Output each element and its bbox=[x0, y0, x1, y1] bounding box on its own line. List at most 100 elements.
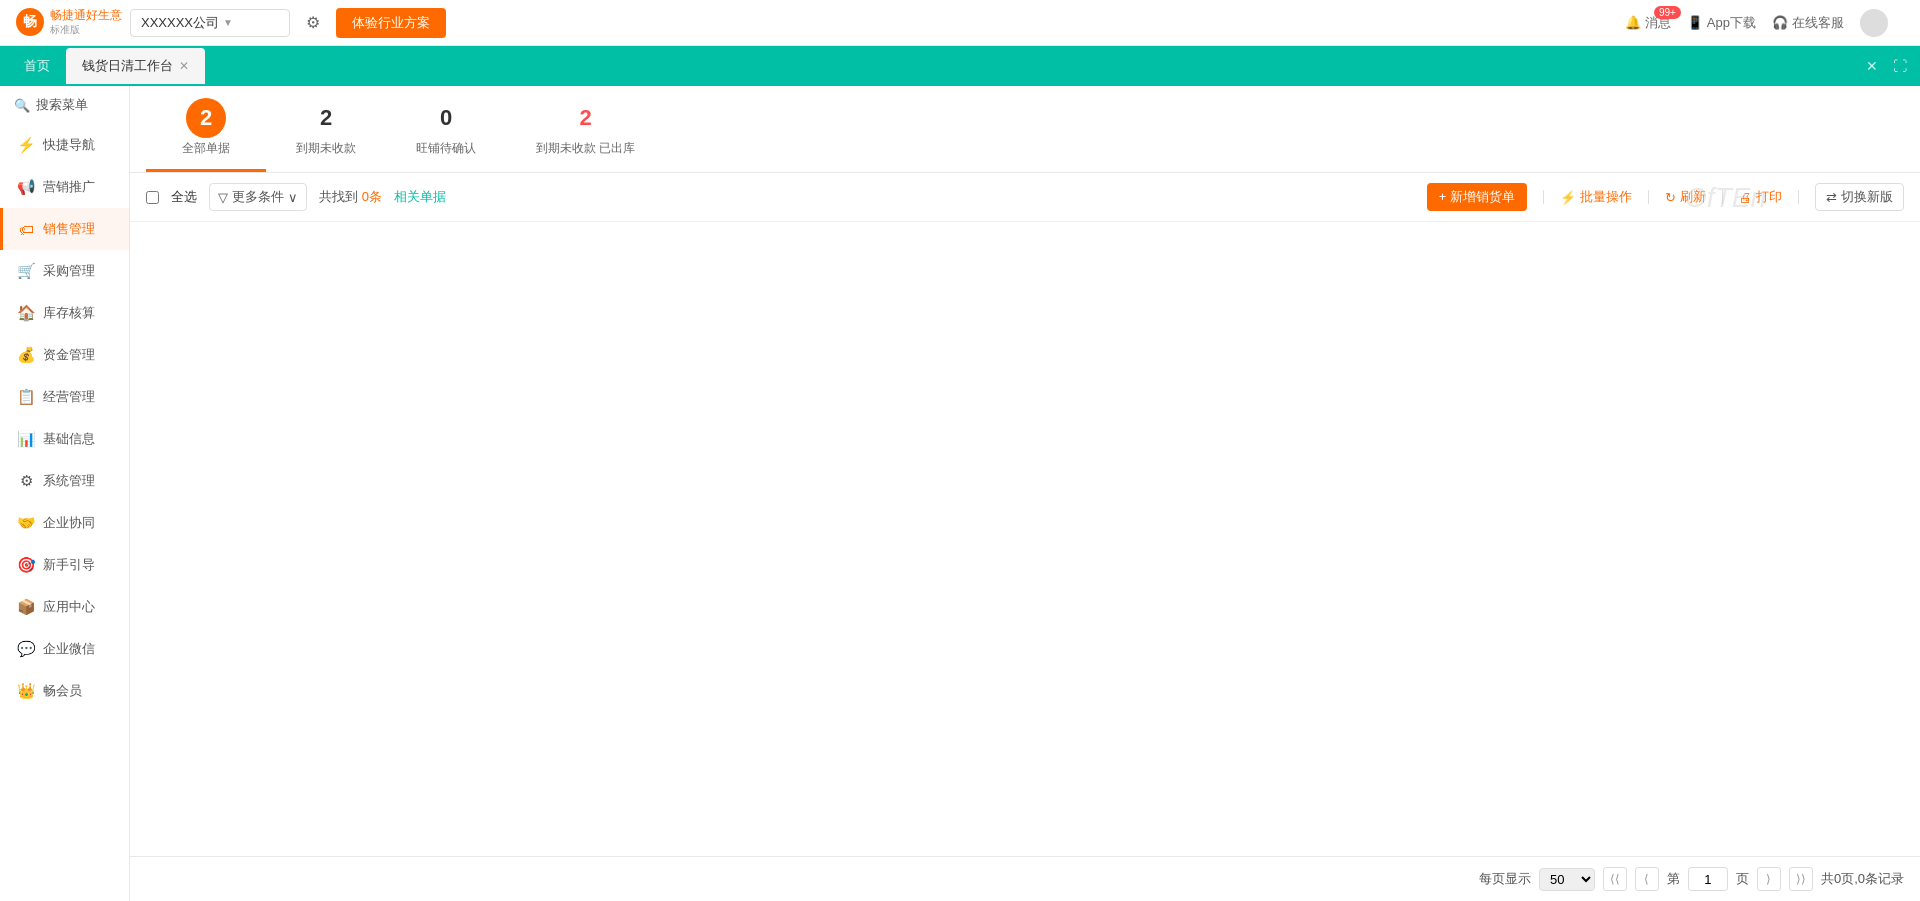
purchase-icon: 🛒 bbox=[17, 262, 35, 280]
guide-icon: 🎯 bbox=[17, 556, 35, 574]
stat-tab-all[interactable]: 2 全部单据 bbox=[146, 86, 266, 172]
stat-number-pending: 0 bbox=[426, 98, 466, 138]
purchase-label: 采购管理 bbox=[43, 262, 95, 280]
divider-1 bbox=[1543, 190, 1544, 204]
toolbar-left: 全选 ▽ 更多条件 ∨ 共找到 0条 相关单据 bbox=[146, 183, 446, 211]
sidebar-item-sales[interactable]: 🏷 销售管理 bbox=[0, 208, 129, 250]
sidebar-item-quick-nav[interactable]: ⚡ 快捷导航 bbox=[0, 124, 129, 166]
company-name: XXXXXX公司 bbox=[141, 14, 219, 32]
system-label: 系统管理 bbox=[43, 472, 95, 490]
stat-tab-overdue[interactable]: 2 到期未收款 bbox=[266, 86, 386, 172]
trial-button[interactable]: 体验行业方案 bbox=[336, 8, 446, 38]
print-button[interactable]: 🖨 打印 bbox=[1739, 188, 1782, 206]
tab-fullscreen-button[interactable]: ⛶ bbox=[1888, 54, 1912, 78]
refresh-button[interactable]: ↻ 刷新 bbox=[1665, 188, 1706, 206]
stat-number-overdue-unshipped: 2 bbox=[566, 98, 606, 138]
sidebar-item-wechat[interactable]: 💬 企业微信 bbox=[0, 628, 129, 670]
tab-close-icon[interactable]: ✕ bbox=[179, 59, 189, 73]
batch-action-button[interactable]: ⚡ 批量操作 bbox=[1560, 188, 1632, 206]
finance-icon: 💰 bbox=[17, 346, 35, 364]
phone-icon: 📱 bbox=[1687, 15, 1703, 30]
sidebar-item-member[interactable]: 👑 畅会员 bbox=[0, 670, 129, 712]
sidebar-item-marketing[interactable]: 📢 营销推广 bbox=[0, 166, 129, 208]
wechat-label: 企业微信 bbox=[43, 640, 95, 658]
sidebar-item-app-center[interactable]: 📦 应用中心 bbox=[0, 586, 129, 628]
divider-2 bbox=[1648, 190, 1649, 204]
basic-info-icon: 📊 bbox=[17, 430, 35, 448]
sidebar-item-system[interactable]: ⚙ 系统管理 bbox=[0, 460, 129, 502]
filter-icon: ▽ bbox=[218, 190, 228, 205]
stat-tab-pending[interactable]: 0 旺铺待确认 bbox=[386, 86, 506, 172]
tab-close-all-button[interactable]: ✕ bbox=[1860, 54, 1884, 78]
sidebar-item-basic-info[interactable]: 📊 基础信息 bbox=[0, 418, 129, 460]
page-total: 共0页,0条记录 bbox=[1821, 870, 1904, 888]
logo-text: 畅捷通好生意 标准版 bbox=[50, 8, 122, 36]
company-selector[interactable]: XXXXXX公司 ▼ bbox=[130, 9, 290, 37]
content-area: 2 全部单据 2 到期未收款 0 旺铺待确认 2 到期未收款 已出库 全选 bbox=[130, 86, 1920, 901]
sidebar-item-inventory[interactable]: 🏠 库存核算 bbox=[0, 292, 129, 334]
sidebar-item-guide[interactable]: 🎯 新手引导 bbox=[0, 544, 129, 586]
logo-badge: 标准版 bbox=[50, 23, 122, 37]
app-download-label: App下载 bbox=[1707, 14, 1756, 32]
stat-label-pending: 旺铺待确认 bbox=[416, 140, 476, 157]
stats-tabs: 2 全部单据 2 到期未收款 0 旺铺待确认 2 到期未收款 已出库 bbox=[130, 86, 1920, 173]
new-sales-order-button[interactable]: + 新增销货单 bbox=[1427, 183, 1527, 211]
page-number-input[interactable] bbox=[1688, 867, 1728, 891]
service-label: 在线客服 bbox=[1792, 14, 1844, 32]
sidebar-item-finance[interactable]: 💰 资金管理 bbox=[0, 334, 129, 376]
online-service-button[interactable]: 🎧 在线客服 bbox=[1772, 14, 1844, 32]
chevron-down-icon: ▼ bbox=[223, 17, 233, 28]
messages-button[interactable]: 🔔 消息 99+ bbox=[1625, 14, 1671, 32]
operation-icon: 📋 bbox=[17, 388, 35, 406]
batch-label: 批量操作 bbox=[1580, 188, 1632, 206]
refresh-icon: ↻ bbox=[1665, 190, 1676, 205]
found-text: 共找到 0条 bbox=[319, 188, 382, 206]
wechat-icon: 💬 bbox=[17, 640, 35, 658]
tab-home[interactable]: 首页 bbox=[8, 48, 66, 84]
header-right: 🔔 消息 99+ 📱 App下载 🎧 在线客服 bbox=[1625, 9, 1904, 37]
bell-icon: 🔔 bbox=[1625, 15, 1641, 30]
select-all-checkbox[interactable] bbox=[146, 191, 159, 204]
top-header: 畅 畅捷通好生意 标准版 XXXXXX公司 ▼ ⚙ 体验行业方案 🔔 消息 99… bbox=[0, 0, 1920, 46]
pagination: 每页显示 50 100 200 ⟨⟨ ⟨ 第 页 ⟩ ⟩⟩ 共0页,0条记录 bbox=[130, 856, 1920, 901]
sidebar: 🔍 搜索菜单 ⚡ 快捷导航 📢 营销推广 🏷 销售管理 🛒 采购管理 🏠 库存核… bbox=[0, 86, 130, 901]
toolbar-right: + 新增销货单 ⚡ 批量操作 ↻ 刷新 🖨 打印 ⇄ bbox=[1427, 183, 1904, 211]
toolbar: 全选 ▽ 更多条件 ∨ 共找到 0条 相关单据 + 新增销货单 ⚡ 批量操作 bbox=[130, 173, 1920, 222]
sidebar-item-cooperation[interactable]: 🤝 企业协同 bbox=[0, 502, 129, 544]
stat-tab-overdue-unshipped[interactable]: 2 到期未收款 已出库 bbox=[506, 86, 665, 172]
messages-badge: 99+ bbox=[1654, 6, 1681, 19]
operation-label: 经营管理 bbox=[43, 388, 95, 406]
headset-icon: 🎧 bbox=[1772, 15, 1788, 30]
sidebar-item-purchase[interactable]: 🛒 采购管理 bbox=[0, 250, 129, 292]
sidebar-search[interactable]: 🔍 搜索菜单 bbox=[0, 86, 129, 124]
page-prev-button[interactable]: ⟨ bbox=[1635, 867, 1659, 891]
tab-work[interactable]: 钱货日清工作台 ✕ bbox=[66, 48, 205, 84]
basic-info-label: 基础信息 bbox=[43, 430, 95, 448]
header-left: 畅 畅捷通好生意 标准版 XXXXXX公司 ▼ ⚙ 体验行业方案 bbox=[16, 8, 446, 38]
per-page-select[interactable]: 50 100 200 bbox=[1539, 868, 1595, 891]
filter-button[interactable]: ▽ 更多条件 ∨ bbox=[209, 183, 307, 211]
search-icon: 🔍 bbox=[14, 98, 30, 113]
related-link[interactable]: 相关单据 bbox=[394, 188, 446, 206]
work-tab-label: 钱货日清工作台 bbox=[82, 57, 173, 75]
page-first-button[interactable]: ⟨⟨ bbox=[1603, 867, 1627, 891]
refresh-label: 刷新 bbox=[1680, 188, 1706, 206]
found-prefix: 共找到 bbox=[319, 189, 358, 204]
avatar[interactable] bbox=[1860, 9, 1888, 37]
stat-label-overdue-unshipped: 到期未收款 已出库 bbox=[536, 140, 635, 157]
app-download-button[interactable]: 📱 App下载 bbox=[1687, 14, 1756, 32]
switch-version-button[interactable]: ⇄ 切换新版 bbox=[1815, 183, 1904, 211]
per-page-label: 每页显示 bbox=[1479, 870, 1531, 888]
page-next-button[interactable]: ⟩ bbox=[1757, 867, 1781, 891]
quick-nav-label: 快捷导航 bbox=[43, 136, 95, 154]
stat-label-overdue: 到期未收款 bbox=[296, 140, 356, 157]
sidebar-item-operation[interactable]: 📋 经营管理 bbox=[0, 376, 129, 418]
page-last-button[interactable]: ⟩⟩ bbox=[1789, 867, 1813, 891]
marketing-icon: 📢 bbox=[17, 178, 35, 196]
inventory-icon: 🏠 bbox=[17, 304, 35, 322]
member-label: 畅会员 bbox=[43, 682, 82, 700]
settings-button[interactable]: ⚙ bbox=[298, 8, 328, 38]
print-label: 打印 bbox=[1756, 188, 1782, 206]
sales-label: 销售管理 bbox=[43, 220, 95, 238]
filter-label: 更多条件 bbox=[232, 188, 284, 206]
